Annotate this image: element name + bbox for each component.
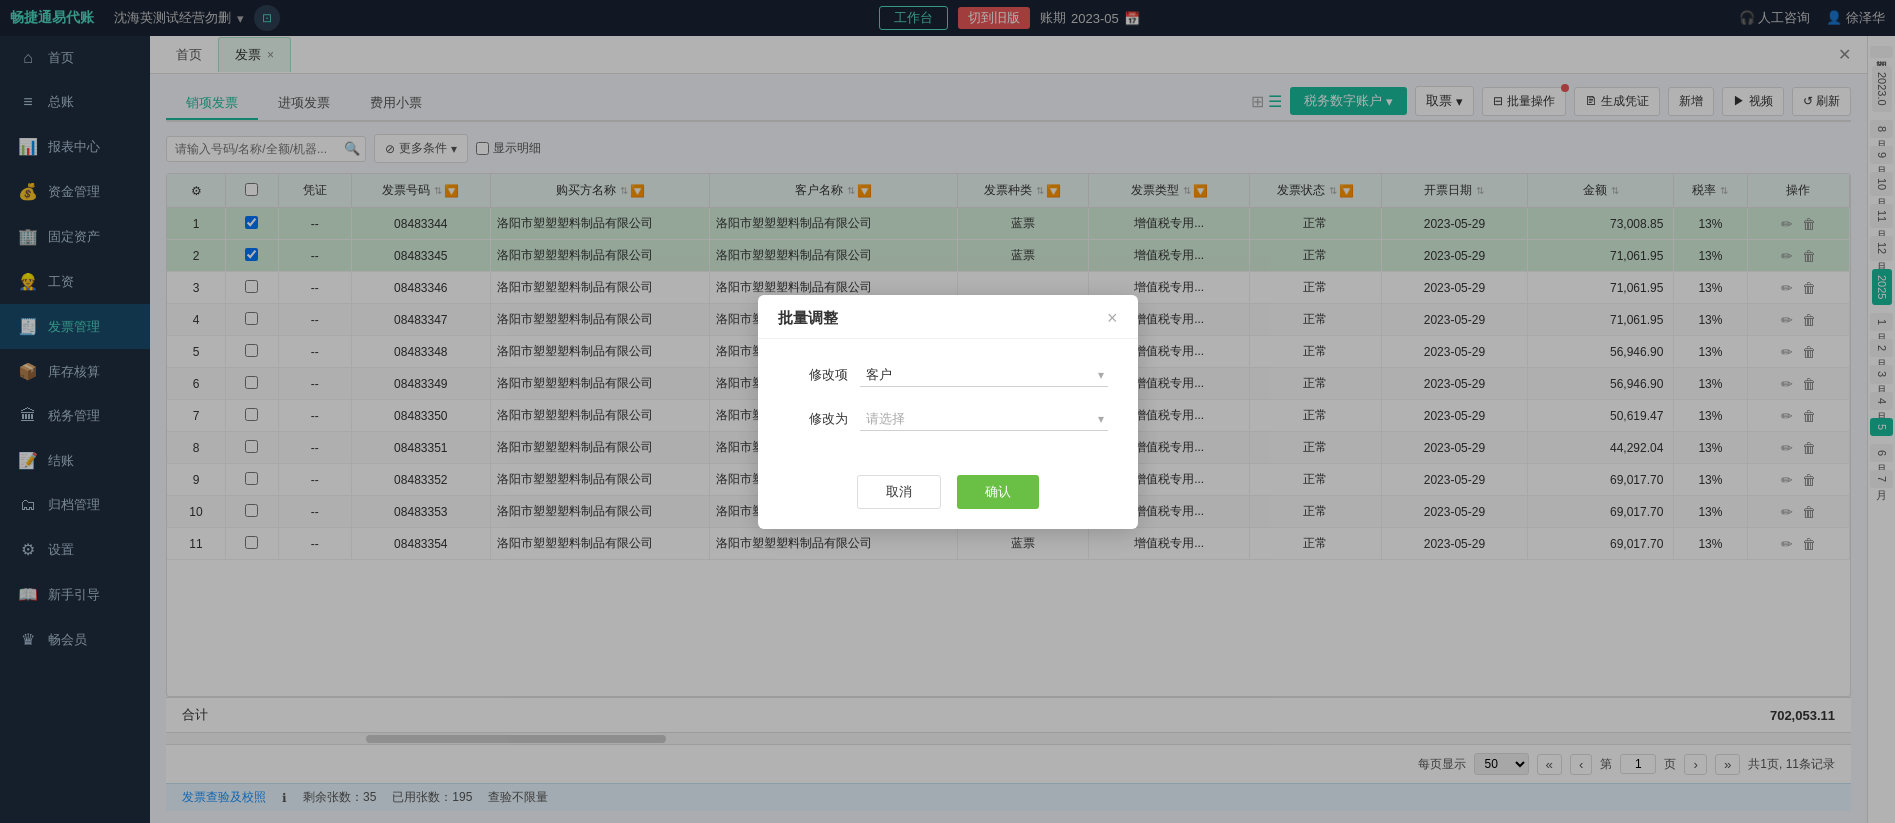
batch-adjust-modal: 批量调整 × 修改项 客户 发票类型 ▾ 修改为 请选择 [758,295,1138,529]
modal-field-row: 修改项 客户 发票类型 ▾ [788,363,1108,387]
modal-to-row: 修改为 请选择 ▾ [788,407,1108,431]
modal-confirm-btn[interactable]: 确认 [957,475,1039,509]
modal-body: 修改项 客户 发票类型 ▾ 修改为 请选择 ▾ [758,339,1138,467]
modal-header: 批量调整 × [758,295,1138,339]
modal-to-select-wrap: 请选择 ▾ [860,407,1108,431]
modal-title: 批量调整 [778,309,838,328]
modal-field-select-wrap: 客户 发票类型 ▾ [860,363,1108,387]
modal-overlay: 批量调整 × 修改项 客户 发票类型 ▾ 修改为 请选择 [0,0,1895,823]
modal-field-label: 修改项 [788,366,848,384]
modal-to-label: 修改为 [788,410,848,428]
modal-to-select[interactable]: 请选择 [860,407,1108,431]
modal-cancel-btn[interactable]: 取消 [857,475,941,509]
modal-field-select[interactable]: 客户 发票类型 [860,363,1108,387]
modal-footer: 取消 确认 [758,467,1138,529]
modal-close-btn[interactable]: × [1107,309,1118,327]
